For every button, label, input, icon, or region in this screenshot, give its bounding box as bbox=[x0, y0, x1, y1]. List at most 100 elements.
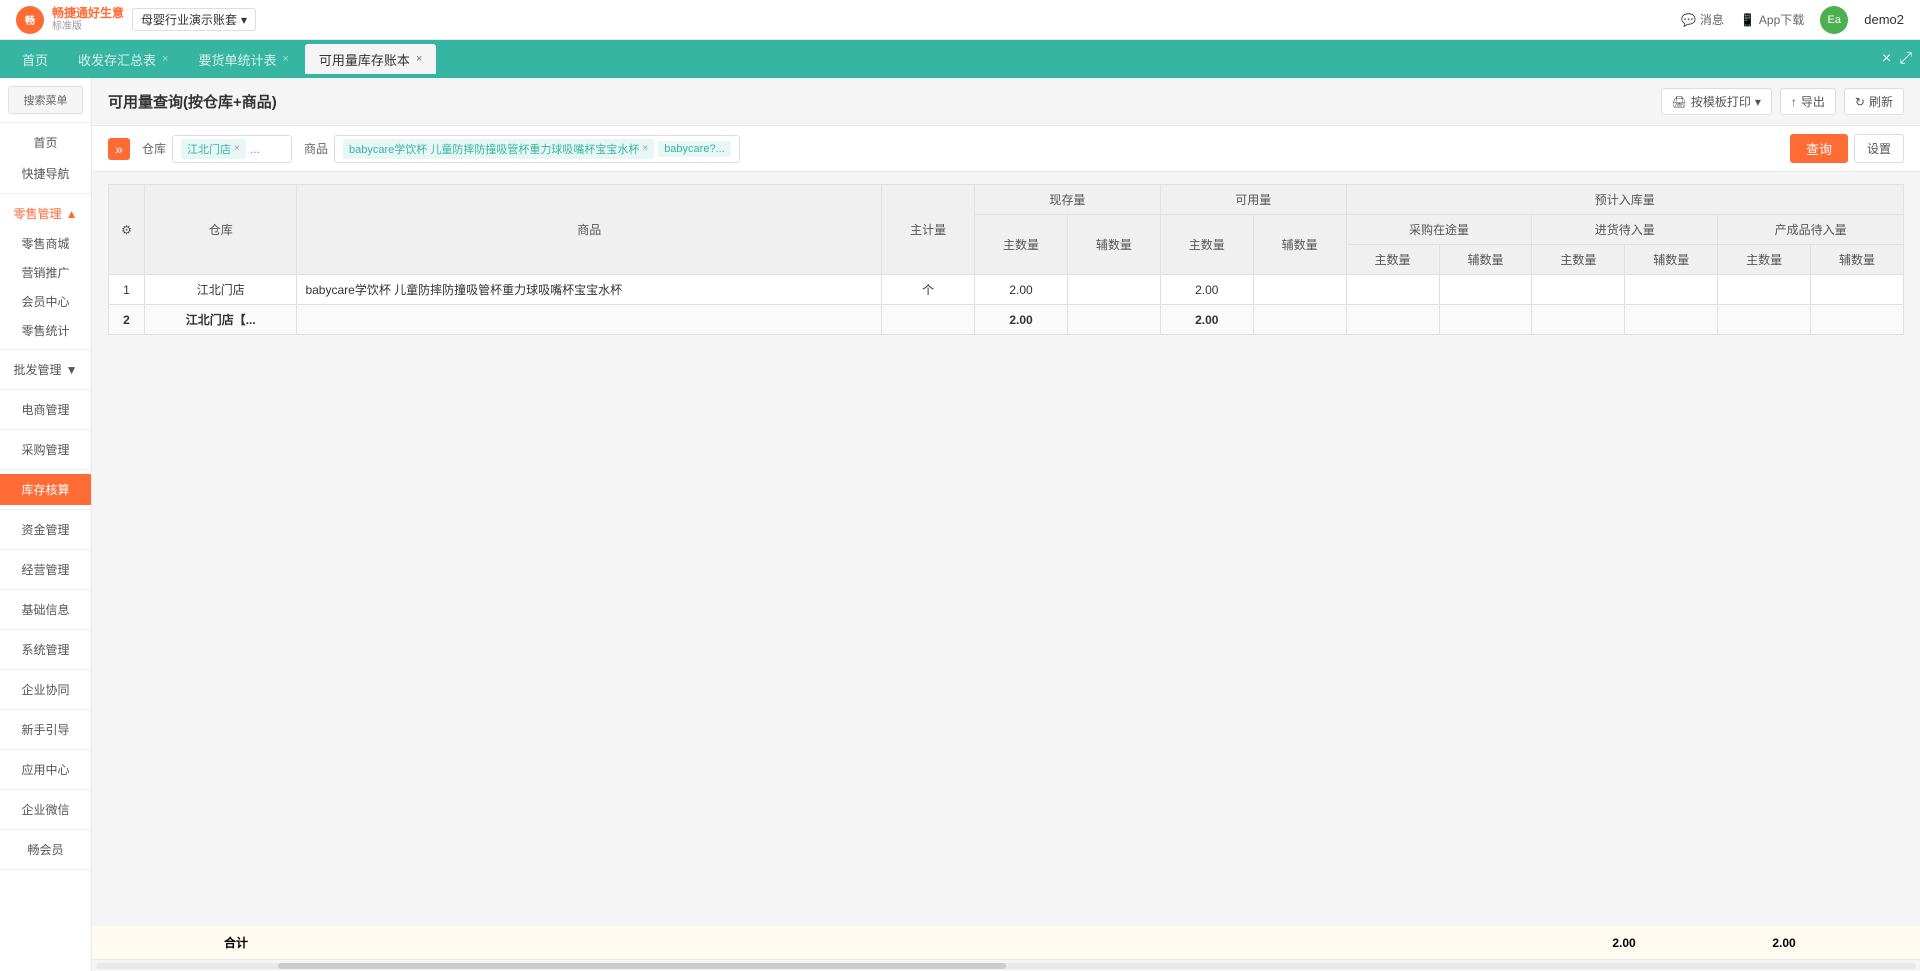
sidebar-item-home[interactable]: 首页 bbox=[0, 127, 91, 158]
refresh-btn[interactable]: ↻ 刷新 bbox=[1844, 88, 1904, 115]
warehouse-tag-close[interactable]: × bbox=[234, 143, 240, 154]
col-unit-header: 主计量 bbox=[882, 185, 975, 275]
row1-num: 1 bbox=[109, 275, 145, 305]
content-area: 可用量查询(按仓库+商品) 🖨 按模板打印 ▾ ↑ 导出 ↻ 刷新 » bbox=[92, 78, 1920, 971]
col-settings-header[interactable]: ⚙ bbox=[109, 185, 145, 275]
sidebar-vip-member-title[interactable]: 畅会员 bbox=[0, 834, 91, 865]
col-purchase-transit-header: 采购在途量 bbox=[1346, 215, 1532, 245]
total-available-main: 2.00 bbox=[1744, 936, 1824, 950]
row1-product: babycare学饮杯 儿童防摔防撞吸管杯重力球吸嘴杯宝宝水杯 bbox=[297, 275, 882, 305]
query-btn[interactable]: 查询 bbox=[1790, 134, 1848, 163]
col-available-sub-qty-header: 辅数量 bbox=[1253, 215, 1346, 275]
scroll-bar-track[interactable] bbox=[96, 963, 1916, 969]
sidebar-section-purchase: 采购管理 bbox=[0, 430, 91, 470]
col-purchase-transit-main: 主数量 bbox=[1346, 245, 1439, 275]
col-available-main-qty-header: 主数量 bbox=[1160, 215, 1253, 275]
col-expected-in-header: 预计入库量 bbox=[1346, 185, 1903, 215]
col-warehouse-header: 仓库 bbox=[145, 185, 297, 275]
tab-requisition[interactable]: 要货单统计表 × bbox=[184, 44, 302, 74]
tab-available-stock[interactable]: 可用量库存账本 × bbox=[305, 44, 436, 74]
sidebar-wholesale-title[interactable]: 批发管理 ▼ bbox=[0, 354, 91, 385]
sidebar-app-center-title[interactable]: 应用中心 bbox=[0, 754, 91, 785]
row1-available-main: 2.00 bbox=[1160, 275, 1253, 305]
row2-purchase-transit-sub bbox=[1439, 305, 1532, 335]
filter-expand-btn[interactable]: » bbox=[108, 138, 130, 160]
sidebar-ecommerce-title[interactable]: 电商管理 bbox=[0, 394, 91, 425]
sidebar-item-retail-mall[interactable]: 零售商城 bbox=[0, 229, 91, 258]
tab-close-available-stock[interactable]: × bbox=[416, 53, 422, 65]
tab-expand-btn[interactable]: ⤢ bbox=[1899, 50, 1912, 68]
sidebar-item-marketing[interactable]: 营销推广 bbox=[0, 258, 91, 287]
row2-available-sub bbox=[1253, 305, 1346, 335]
tab-home[interactable]: 首页 bbox=[8, 44, 62, 74]
sidebar-enterprise-wechat-title[interactable]: 企业微信 bbox=[0, 794, 91, 825]
warehouse-tag: 江北门店 × bbox=[181, 139, 246, 159]
row2-product bbox=[297, 305, 882, 335]
page-header: 可用量查询(按仓库+商品) 🖨 按模板打印 ▾ ↑ 导出 ↻ 刷新 bbox=[92, 78, 1920, 126]
row1-products-pending-main bbox=[1718, 275, 1811, 305]
col-purchase-pending-main: 主数量 bbox=[1532, 245, 1625, 275]
col-products-pending-main: 主数量 bbox=[1718, 245, 1811, 275]
product-tag1-close[interactable]: × bbox=[642, 143, 648, 154]
col-products-pending-sub: 辅数量 bbox=[1811, 245, 1904, 275]
sidebar-enterprise-title[interactable]: 企业协同 bbox=[0, 674, 91, 705]
print-by-template-btn[interactable]: 🖨 按模板打印 ▾ bbox=[1661, 88, 1772, 115]
row2-current-main: 2.00 bbox=[975, 305, 1068, 335]
page-header-actions: 🖨 按模板打印 ▾ ↑ 导出 ↻ 刷新 bbox=[1661, 88, 1904, 115]
scroll-bar-thumb bbox=[278, 963, 1006, 969]
row2-unit bbox=[882, 305, 975, 335]
row1-unit: 个 bbox=[882, 275, 975, 305]
sidebar-item-inventory[interactable]: 库存核算 bbox=[0, 474, 91, 505]
tab-close-all-btn[interactable]: × bbox=[1882, 50, 1891, 68]
logo-icon: 畅 bbox=[16, 6, 44, 34]
settings-btn[interactable]: 设置 bbox=[1854, 134, 1904, 163]
warehouse-filter: 仓库 江北门店 × ... bbox=[142, 135, 292, 163]
sidebar: 搜索菜单 首页 快捷导航 零售管理 ▲ 零售商城 营销推广 会员中心 零售统计 … bbox=[0, 78, 92, 971]
tab-close-requisition[interactable]: × bbox=[282, 53, 288, 65]
sidebar-item-retail-stats[interactable]: 零售统计 bbox=[0, 316, 91, 345]
filter-actions: 查询 设置 bbox=[1790, 134, 1904, 163]
sidebar-section-ecommerce: 电商管理 bbox=[0, 390, 91, 430]
brand-sub: 标准版 bbox=[52, 21, 124, 33]
sidebar-search: 搜索菜单 bbox=[0, 78, 91, 123]
row1-products-pending-sub bbox=[1811, 275, 1904, 305]
scroll-bar-area bbox=[92, 959, 1920, 971]
export-btn[interactable]: ↑ 导出 bbox=[1780, 88, 1836, 115]
brand-name: 畅捷通好生意 bbox=[52, 6, 124, 20]
sidebar-new-guide-title[interactable]: 新手引导 bbox=[0, 714, 91, 745]
app-download-btn[interactable]: 📱 App下载 bbox=[1740, 11, 1804, 28]
sidebar-item-quick-nav[interactable]: 快捷导航 bbox=[0, 158, 91, 189]
row2-available-main: 2.00 bbox=[1160, 305, 1253, 335]
tab-bar: 首页 收发存汇总表 × 要货单统计表 × 可用量库存账本 × × ⤢ bbox=[0, 40, 1920, 78]
filter-bar: » 仓库 江北门店 × ... 商品 babycare学饮杯 儿童防摔防撞吸管杯… bbox=[92, 126, 1920, 172]
table-container: ⚙ 仓库 商品 主计量 现存量 可用量 预计入库量 主数量 辅数量 主数量 辅数… bbox=[92, 172, 1920, 924]
row1-available-sub bbox=[1253, 275, 1346, 305]
tab-close-receive-send[interactable]: × bbox=[162, 53, 168, 65]
tab-receive-send[interactable]: 收发存汇总表 × bbox=[64, 44, 182, 74]
sidebar-operations-title[interactable]: 经营管理 bbox=[0, 554, 91, 585]
sidebar-purchase-title[interactable]: 采购管理 bbox=[0, 434, 91, 465]
message-btn[interactable]: 💬 消息 bbox=[1681, 11, 1724, 28]
avatar: Ea bbox=[1820, 6, 1848, 34]
warehouse-more[interactable]: ... bbox=[250, 142, 260, 156]
sidebar-basic-info-title[interactable]: 基础信息 bbox=[0, 594, 91, 625]
sidebar-section-basic-info: 基础信息 bbox=[0, 590, 91, 630]
sidebar-sys-mgmt-title[interactable]: 系统管理 bbox=[0, 634, 91, 665]
col-available-qty-header: 可用量 bbox=[1160, 185, 1346, 215]
sidebar-section-retail: 零售管理 ▲ 零售商城 营销推广 会员中心 零售统计 bbox=[0, 194, 91, 350]
sidebar-search-btn[interactable]: 搜索菜单 bbox=[8, 86, 83, 114]
main-layout: 搜索菜单 首页 快捷导航 零售管理 ▲ 零售商城 营销推广 会员中心 零售统计 … bbox=[0, 78, 1920, 971]
product-input[interactable]: babycare学饮杯 儿童防摔防撞吸管杯重力球吸嘴杯宝宝水杯 × babyca… bbox=[334, 135, 740, 163]
sidebar-section-inventory: 库存核算 bbox=[0, 470, 91, 510]
data-table: ⚙ 仓库 商品 主计量 现存量 可用量 预计入库量 主数量 辅数量 主数量 辅数… bbox=[108, 184, 1904, 335]
sidebar-section-app-center: 应用中心 bbox=[0, 750, 91, 790]
sidebar-item-members[interactable]: 会员中心 bbox=[0, 287, 91, 316]
industry-select[interactable]: 母婴行业演示账套 ▾ bbox=[132, 8, 256, 31]
row1-purchase-pending-main bbox=[1532, 275, 1625, 305]
warehouse-input[interactable]: 江北门店 × ... bbox=[172, 135, 292, 163]
sidebar-finance-title[interactable]: 资金管理 bbox=[0, 514, 91, 545]
row1-current-sub bbox=[1067, 275, 1160, 305]
total-row: 合计 2.00 2.00 bbox=[92, 924, 1920, 959]
row1-purchase-transit-sub bbox=[1439, 275, 1532, 305]
sidebar-retail-title[interactable]: 零售管理 ▲ bbox=[0, 198, 91, 229]
